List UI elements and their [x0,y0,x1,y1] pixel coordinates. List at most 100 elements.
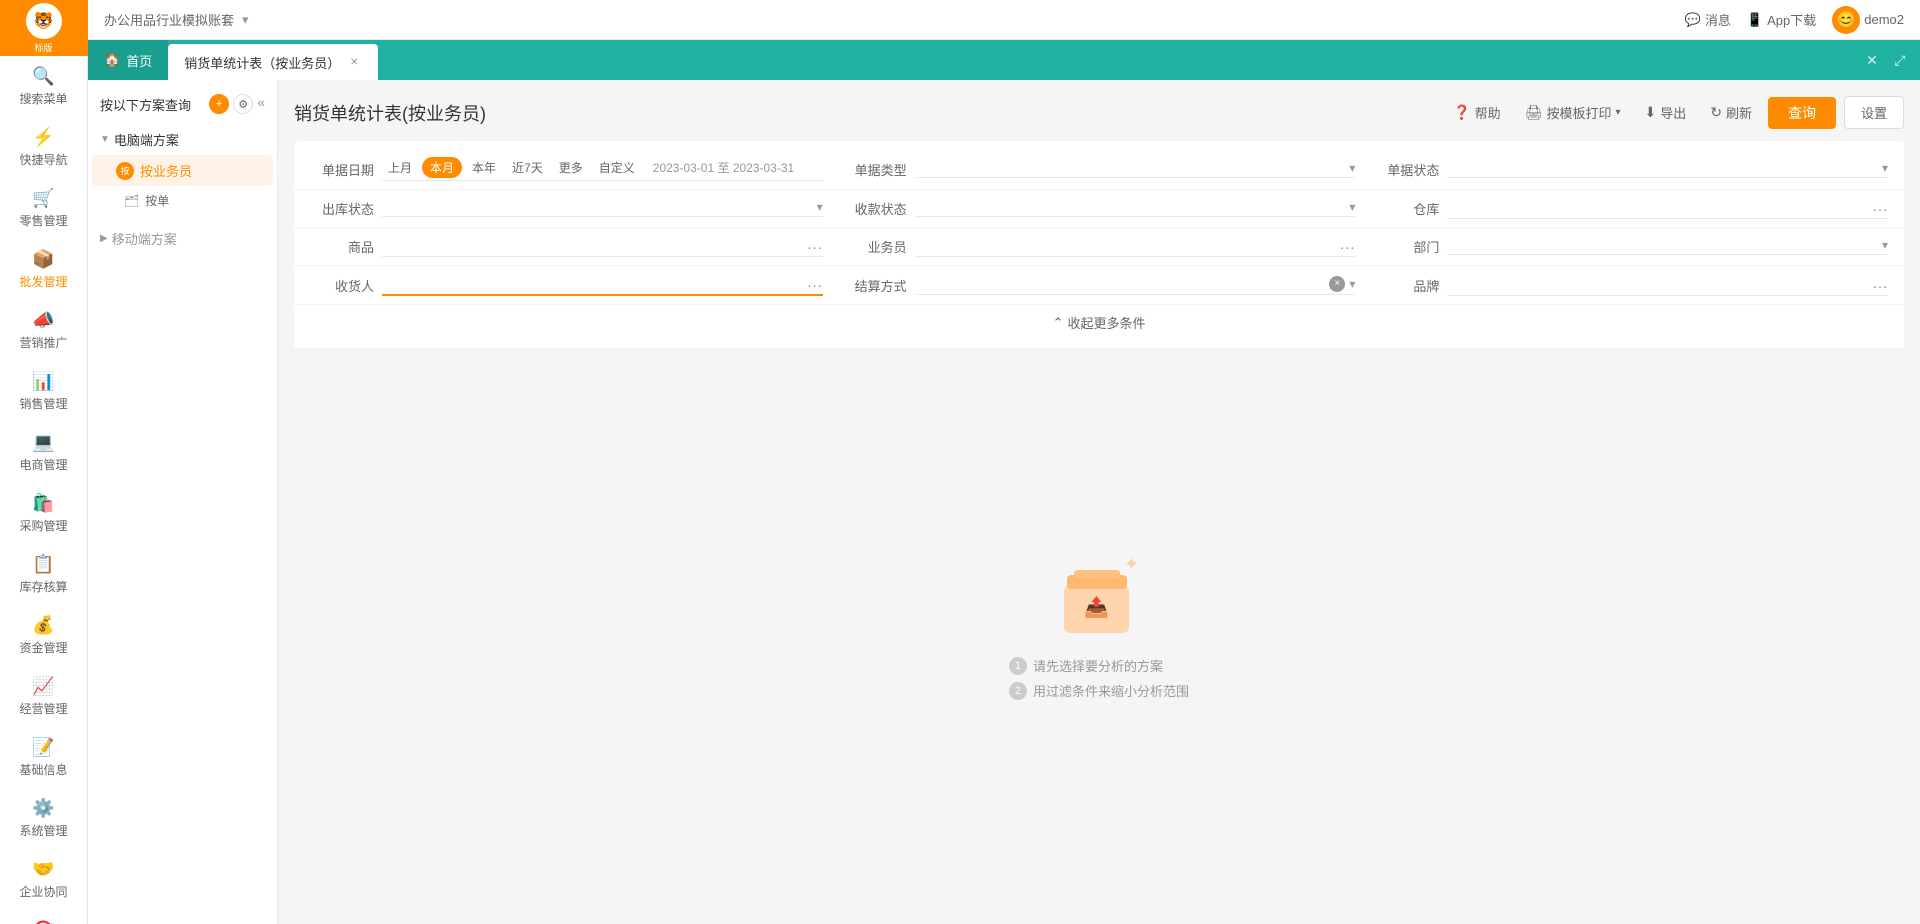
tab-close-all-btn[interactable]: ✕ [1860,48,1884,72]
purchase-icon: 🛍️ [32,493,54,514]
topbar-left: 办公用品行业模拟账套 ▾ [104,10,249,29]
collapse-bar[interactable]: ⌃ 收起更多条件 [294,305,1904,340]
brand-field[interactable]: … [1447,275,1888,296]
main-area: 办公用品行业模拟账套 ▾ 💬 消息 📱 App下载 😊 demo2 🏠 首页 [88,0,1920,924]
operations-icon: 📈 [32,676,54,697]
ecommerce-icon: 💻 [32,432,54,453]
sidebar-item-finance[interactable]: 💰 资金管理 [0,605,87,666]
mobile-section-label: 移动端方案 [112,229,177,248]
section-expand-icon: ▼ [100,134,110,145]
sidebar-item-label: 系统管理 [19,822,67,839]
consignee-field[interactable]: … [382,274,823,296]
dept-label: 部门 [1375,237,1447,256]
doc-status-field[interactable]: ▾ [1447,161,1888,178]
dept-field[interactable]: ▾ [1447,238,1888,255]
salesperson-field[interactable]: … [915,236,1356,257]
print-dropdown-icon: ▾ [1615,107,1620,118]
tab-expand-btn[interactable]: ⤢ [1888,48,1912,72]
goods-field[interactable]: … [382,236,823,257]
desktop-section-header[interactable]: ▼ 电脑端方案 [88,124,277,155]
sidebar-item-wholesale[interactable]: 📦 批发管理 [0,239,87,300]
sidebar-nav: 🔍 搜索菜单 ⚡ 快捷导航 🛒 零售管理 📦 批发管理 📣 营销推广 📊 销售管… [0,56,87,924]
tab-home[interactable]: 🏠 首页 [88,40,168,80]
messages-btn[interactable]: 💬 消息 [1685,10,1731,29]
sidebar-item-system[interactable]: ⚙️ 系统管理 [0,788,87,849]
query-btn[interactable]: 查询 [1768,97,1836,129]
sidebar-item-shortcut[interactable]: ⚡ 快捷导航 [0,117,87,178]
collapse-label: 收起更多条件 [1067,313,1145,332]
sidebar-item-enterprise[interactable]: 🤝 企业协同 [0,849,87,910]
sidebar-item-basic[interactable]: 📝 基础信息 [0,727,87,788]
date-tab-more[interactable]: 更多 [553,157,589,178]
scheme-item-salesperson[interactable]: 按 按业务员 [92,155,273,186]
app-download-btn[interactable]: 📱 App下载 [1747,10,1816,29]
sidebar-item-inventory[interactable]: 📋 库存核算 [0,544,87,605]
content-area: 按以下方案查询 + ⚙ « ▼ 电脑端方案 按 按业务员 🗂 [88,80,1920,924]
sidebar-item-ecommerce[interactable]: 💻 电商管理 [0,422,87,483]
tab-close-btn[interactable]: ✕ [346,54,362,70]
doc-type-field[interactable]: ▾ [915,161,1356,178]
scheme-item-order[interactable]: 🗂 按单 [88,186,277,215]
warehouse-field[interactable]: … [1447,198,1888,219]
doc-type-label: 单据类型 [843,160,915,179]
refresh-icon: ↻ [1710,104,1722,121]
sidebar-item-sales[interactable]: 📊 销售管理 [0,361,87,422]
user-avatar: 😊 [1832,6,1860,34]
empty-hint-1: 1 请先选择要分析的方案 [1009,656,1189,675]
sidebar-item-label: 销售管理 [19,395,67,412]
date-tab-7days[interactable]: 近7天 [506,157,549,178]
settle-method-field[interactable]: × ▾ [915,276,1356,295]
out-status-field[interactable]: ▾ [382,200,823,217]
sidebar-item-label: 零售管理 [19,212,67,229]
sidebar-item-retail[interactable]: 🛒 零售管理 [0,178,87,239]
tabbar: 🏠 首页 销货单统计表（按业务员） ✕ ✕ ⤢ [88,40,1920,80]
settings-btn[interactable]: 设置 [1844,96,1904,129]
template-print-btn[interactable]: 🖨 按模板打印 ▾ [1517,99,1629,126]
date-tab-custom[interactable]: 自定义 [593,157,641,178]
scheme-settings-btn[interactable]: ⚙ [233,94,253,114]
enterprise-icon: 🤝 [32,859,54,880]
sidebar-item-purchase[interactable]: 🛍️ 采购管理 [0,483,87,544]
sidebar-item-label: 库存核算 [19,578,67,595]
date-tab-this-year[interactable]: 本年 [466,157,502,178]
sidebar-item-marketing[interactable]: 📣 营销推广 [0,300,87,361]
settle-method-clear-btn[interactable]: × [1329,276,1345,292]
panel-collapse-btn[interactable]: « [257,94,265,114]
finance-icon: 💰 [32,615,54,636]
help-icon: ❓ [1453,104,1470,121]
export-label: 导出 [1660,103,1686,122]
date-tabs: 上月 本月 本年 近7天 更多 自定义 2023-03-01 至 2023-03… [382,157,794,178]
date-tab-this-month[interactable]: 本月 [422,157,462,178]
tab-sales-stat[interactable]: 销货单统计表（按业务员） ✕ [168,44,378,80]
right-panel: 销货单统计表(按业务员) ❓ 帮助 🖨 按模板打印 ▾ ⬇ 导出 [278,80,1920,924]
sidebar-item-search[interactable]: 🔍 搜索菜单 [0,56,87,117]
collapse-icon: ⌃ [1053,315,1064,331]
empty-state: ✦ 📤 1 请先选择要分析的方案 2 用过滤条件来缩小分析范围 [294,348,1904,908]
add-scheme-btn[interactable]: + [209,94,229,114]
doc-status-arrow: ▾ [1882,161,1888,175]
sidebar-item-label: 快捷导航 [19,151,67,168]
collect-status-field[interactable]: ▾ [915,200,1356,217]
sidebar-item-operations[interactable]: 📈 经营管理 [0,666,87,727]
refresh-btn[interactable]: ↻ 刷新 [1702,99,1760,126]
export-btn[interactable]: ⬇ 导出 [1636,99,1694,126]
home-icon: 🏠 [104,52,120,68]
sidebar-item-newbie[interactable]: 🎯 新手引导 [0,910,87,924]
export-icon: ⬇ [1644,104,1656,121]
marketing-icon: 📣 [32,310,54,331]
app-download-label: App下载 [1767,10,1816,29]
system-icon: ⚙️ [32,798,54,819]
tabbar-actions: ✕ ⤢ [1860,48,1920,72]
warehouse-label: 仓库 [1375,199,1447,218]
sidebar: 🐯 标版 🔍 搜索菜单 ⚡ 快捷导航 🛒 零售管理 📦 批发管理 📣 营销推广 … [0,0,88,924]
user-info[interactable]: 😊 demo2 [1832,6,1904,34]
mobile-section-header[interactable]: ▶ 移动端方案 [88,223,277,254]
page-title-row: 销货单统计表(按业务员) ❓ 帮助 🖨 按模板打印 ▾ ⬇ 导出 [294,96,1904,129]
help-label: 帮助 [1475,103,1501,122]
out-status-arrow: ▾ [817,200,823,214]
industry-dropdown-icon[interactable]: ▾ [242,12,249,28]
date-tab-last-month[interactable]: 上月 [382,157,418,178]
help-btn[interactable]: ❓ 帮助 [1445,99,1508,126]
desktop-section: ▼ 电脑端方案 按 按业务员 🗂 按单 [88,120,277,219]
refresh-label: 刷新 [1726,103,1752,122]
